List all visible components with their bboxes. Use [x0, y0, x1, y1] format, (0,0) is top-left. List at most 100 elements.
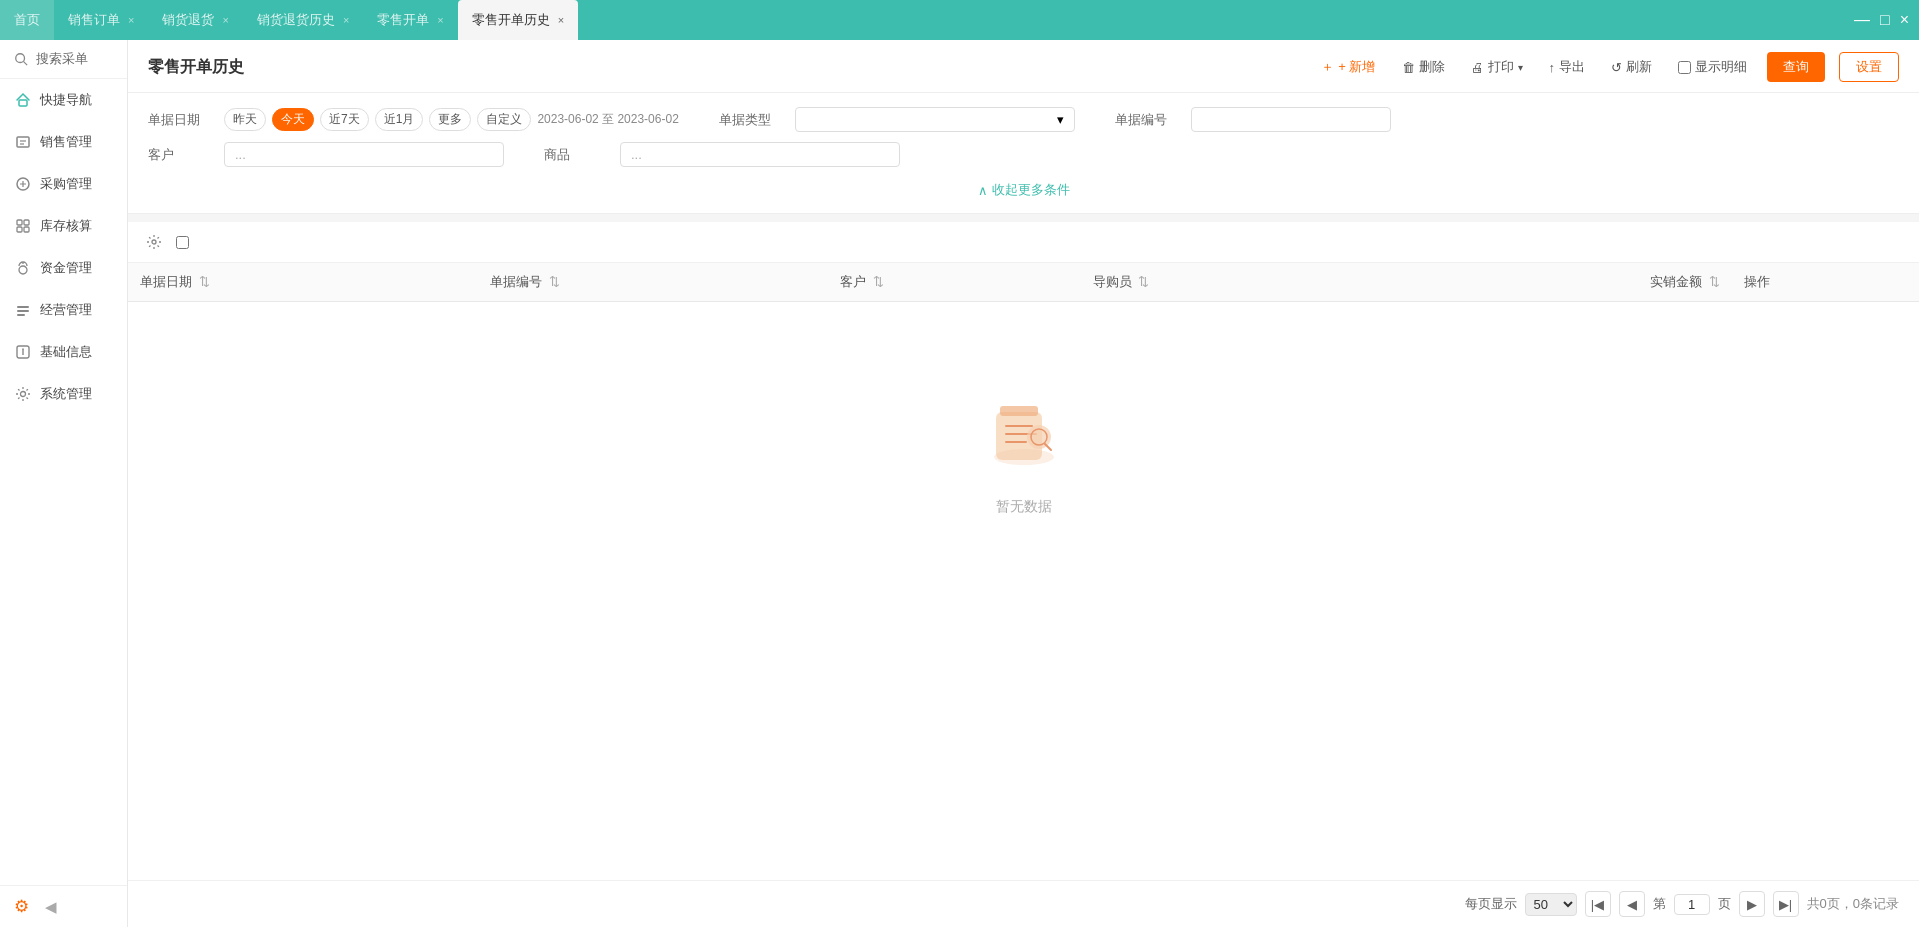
page-next-btn[interactable]: ▶ — [1739, 891, 1765, 917]
customer-input[interactable]: ... — [224, 142, 504, 167]
date-yesterday[interactable]: 昨天 — [224, 108, 266, 131]
delete-label: 删除 — [1419, 58, 1445, 76]
print-dropdown-icon: ▾ — [1518, 62, 1523, 73]
per-page-select[interactable]: 50 10 20 100 — [1525, 893, 1577, 916]
goods-label: 商品 — [544, 146, 600, 164]
sidebar-label-quicknav: 快捷导航 — [40, 91, 92, 109]
search-icon — [12, 50, 30, 68]
print-icon: 🖨 — [1471, 60, 1484, 75]
table-toolbar — [128, 222, 1919, 263]
tab-sales-order[interactable]: 销售订单 × — [54, 0, 148, 40]
tab-retail-history[interactable]: 零售开单历史 × — [458, 0, 578, 40]
sort-customer-icon[interactable]: ⇅ — [873, 274, 884, 289]
sidebar-settings-btn[interactable]: ⚙ — [14, 896, 29, 917]
sort-date-icon[interactable]: ⇅ — [199, 274, 210, 289]
bill-type-select[interactable]: ▾ — [795, 107, 1075, 132]
tab-sales-order-close[interactable]: × — [128, 14, 134, 26]
sidebar-item-management[interactable]: 经营管理 — [0, 289, 127, 331]
bill-type-arrow: ▾ — [1057, 112, 1064, 127]
date-7days[interactable]: 近7天 — [320, 108, 369, 131]
table-settings-icon[interactable] — [142, 230, 166, 254]
per-page-label: 每页显示 — [1465, 895, 1517, 913]
window-max-btn[interactable]: □ — [1880, 11, 1890, 29]
sidebar-item-quicknav[interactable]: 快捷导航 — [0, 79, 127, 121]
date-range-display: 2023-06-02 至 2023-06-02 — [537, 111, 678, 128]
sort-amount-icon[interactable]: ⇅ — [1709, 274, 1720, 289]
system-icon — [14, 385, 32, 403]
col-guide: 导购员 ⇅ — [1081, 263, 1382, 302]
svg-point-18 — [22, 348, 24, 350]
top-bar: 首页 销售订单 × 销货退货 × 销货退货历史 × 零售开单 × 零售开单历史 … — [0, 0, 1919, 40]
sidebar-collapse-btn[interactable]: ◀ — [45, 898, 57, 916]
sidebar-item-sales[interactable]: 销售管理 — [0, 121, 127, 163]
page-prefix: 第 — [1653, 895, 1666, 913]
svg-rect-10 — [24, 227, 29, 232]
goods-input[interactable]: ... — [620, 142, 900, 167]
page-prev-btn[interactable]: ◀ — [1619, 891, 1645, 917]
page-last-btn[interactable]: ▶| — [1773, 891, 1799, 917]
bill-no-input[interactable] — [1191, 107, 1391, 132]
export-btn[interactable]: ↑ 导出 — [1543, 54, 1592, 80]
customer-placeholder: ... — [235, 147, 246, 162]
display-checkbox[interactable] — [1678, 61, 1691, 74]
svg-point-19 — [21, 392, 26, 397]
col-date: 单据日期 ⇅ — [128, 263, 478, 302]
tab-return-history[interactable]: 销货退货历史 × — [243, 0, 363, 40]
svg-rect-7 — [17, 220, 22, 225]
tab-home-label: 首页 — [14, 11, 40, 29]
window-min-btn[interactable]: — — [1854, 11, 1870, 29]
page-suffix: 页 — [1718, 895, 1731, 913]
select-all-checkbox[interactable] — [176, 236, 189, 249]
setting-btn[interactable]: 设置 — [1839, 52, 1899, 82]
filter-row-2: 客户 ... 商品 ... — [148, 142, 1899, 167]
sidebar-item-purchase[interactable]: 采购管理 — [0, 163, 127, 205]
date-1month[interactable]: 近1月 — [375, 108, 424, 131]
customer-label: 客户 — [148, 146, 204, 164]
tab-return-history-close[interactable]: × — [343, 14, 349, 26]
svg-rect-8 — [24, 220, 29, 225]
page-header: 零售开单历史 ＋ + 新增 🗑 删除 🖨 打印 ▾ ↑ 导出 — [128, 40, 1919, 93]
sort-guide-icon[interactable]: ⇅ — [1138, 274, 1149, 289]
window-close-btn[interactable]: × — [1900, 11, 1909, 29]
sidebar-item-finance[interactable]: 资金管理 — [0, 247, 127, 289]
sidebar-bottom: ⚙ ◀ — [0, 885, 127, 927]
collapse-bar[interactable]: ∧ 收起更多条件 — [148, 177, 1899, 203]
sidebar-label-purchase: 采购管理 — [40, 175, 92, 193]
tab-return-close[interactable]: × — [222, 14, 228, 26]
page-title: 零售开单历史 — [148, 57, 244, 78]
date-today[interactable]: 今天 — [272, 108, 314, 131]
filter-area: 单据日期 昨天 今天 近7天 近1月 更多 自定义 2023-06-02 至 2… — [128, 93, 1919, 214]
date-custom[interactable]: 自定义 — [477, 108, 531, 131]
delete-btn[interactable]: 🗑 删除 — [1396, 54, 1451, 80]
col-billno: 单据编号 ⇅ — [478, 263, 828, 302]
print-btn[interactable]: 🖨 打印 ▾ — [1465, 54, 1529, 80]
refresh-btn[interactable]: ↺ 刷新 — [1605, 54, 1658, 80]
add-btn[interactable]: ＋ + 新增 — [1315, 54, 1381, 80]
window-controls: — □ × — [1854, 11, 1919, 29]
sidebar-label-finance: 资金管理 — [40, 259, 92, 277]
collapse-arrow-icon: ∧ — [978, 183, 988, 198]
sort-billno-icon[interactable]: ⇅ — [549, 274, 560, 289]
sidebar: 搜索采单 快捷导航 销售管理 — [0, 40, 128, 927]
tab-retail-history-close[interactable]: × — [558, 14, 564, 26]
query-btn[interactable]: 查询 — [1767, 52, 1825, 82]
sidebar-label-inventory: 库存核算 — [40, 217, 92, 235]
svg-point-20 — [152, 240, 156, 244]
content-area: 零售开单历史 ＋ + 新增 🗑 删除 🖨 打印 ▾ ↑ 导出 — [128, 40, 1919, 927]
tab-home[interactable]: 首页 — [0, 0, 54, 40]
sidebar-search[interactable]: 搜索采单 — [0, 40, 127, 79]
tab-retail[interactable]: 零售开单 × — [363, 0, 457, 40]
sidebar-label-sales: 销售管理 — [40, 133, 92, 151]
tab-return[interactable]: 销货退货 × — [148, 0, 242, 40]
date-more[interactable]: 更多 — [429, 108, 471, 131]
svg-point-11 — [19, 266, 27, 274]
pagination: 每页显示 50 10 20 100 |◀ ◀ 第 1 页 ▶ ▶| 共0页，0条… — [128, 880, 1919, 927]
page-first-btn[interactable]: |◀ — [1585, 891, 1611, 917]
sidebar-item-system[interactable]: 系统管理 — [0, 373, 127, 415]
print-label: 打印 — [1488, 58, 1514, 76]
display-btn[interactable]: 显示明细 — [1672, 54, 1753, 80]
page-input[interactable]: 1 — [1674, 894, 1710, 915]
sidebar-item-basicinfo[interactable]: 基础信息 — [0, 331, 127, 373]
tab-retail-close[interactable]: × — [437, 14, 443, 26]
sidebar-item-inventory[interactable]: 库存核算 — [0, 205, 127, 247]
